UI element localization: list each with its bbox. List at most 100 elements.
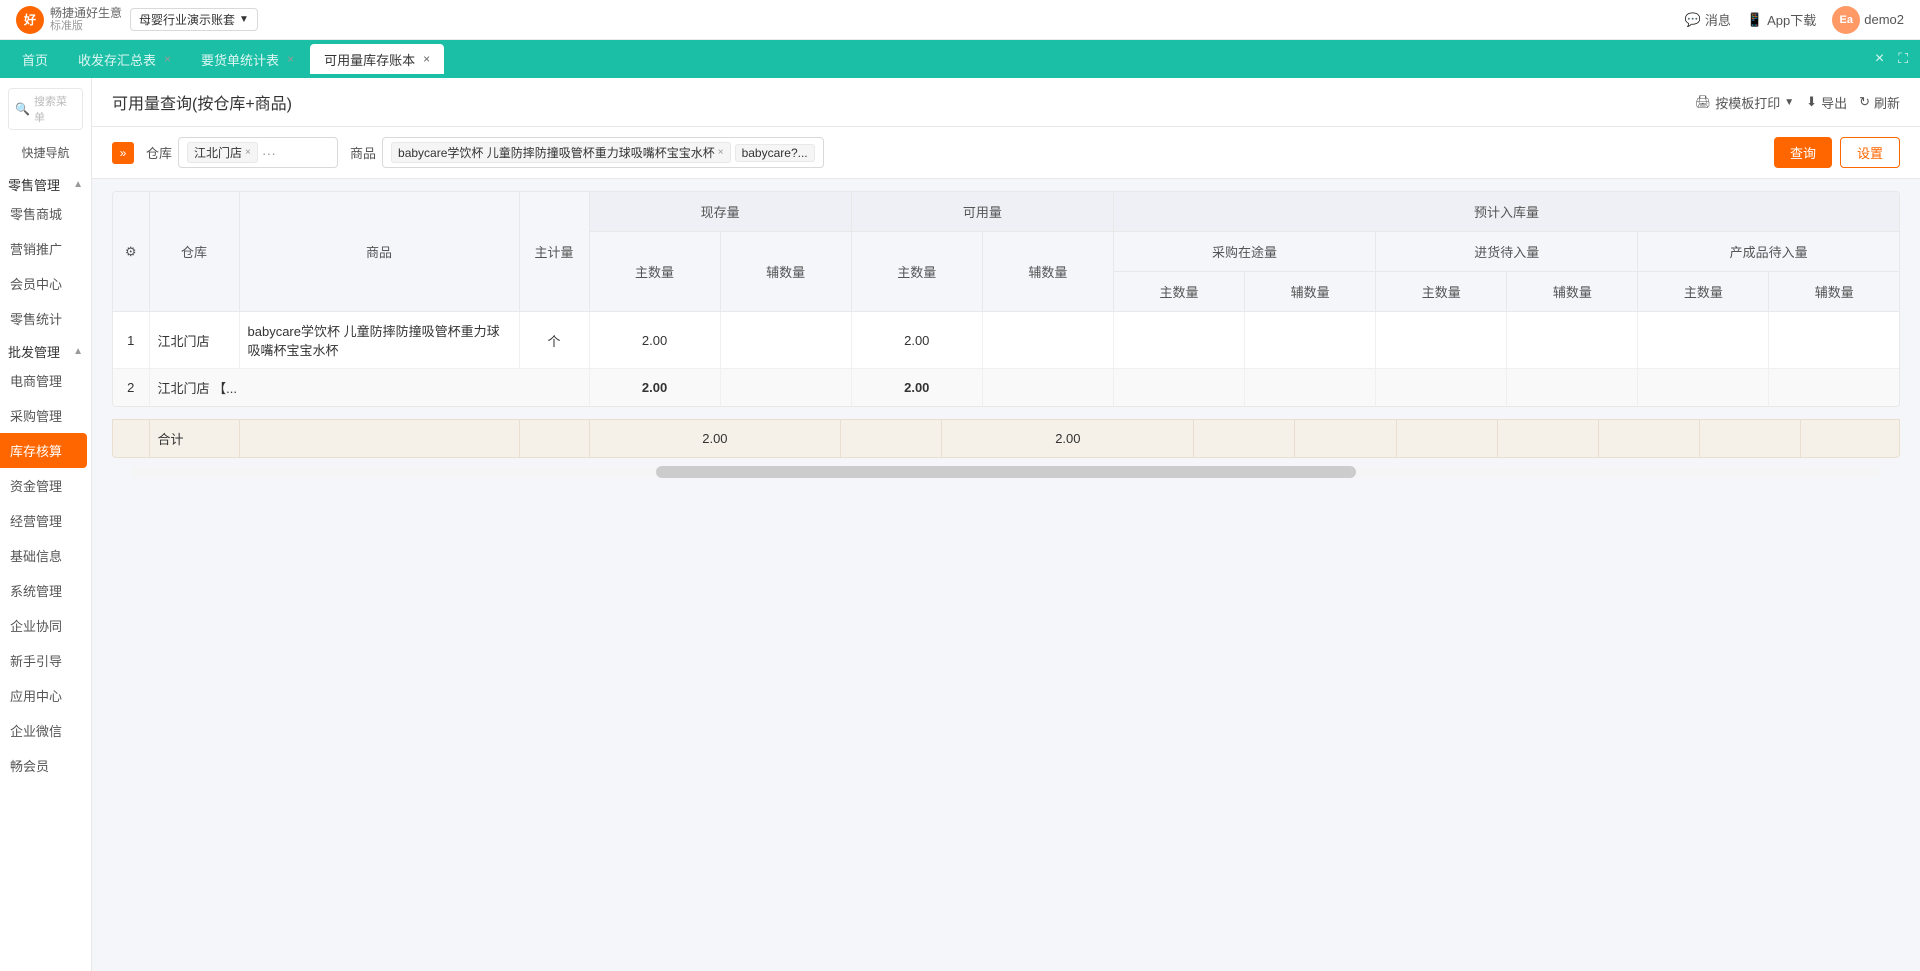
total-prod-aux [1801,420,1899,457]
app-download-label: App下载 [1767,10,1816,29]
app-center-label: 应用中心 [10,689,62,704]
export-btn[interactable]: ⬇ 导出 [1806,93,1847,112]
subtotal-avail-aux [982,369,1113,407]
warehouse-label: 仓库 [146,143,172,162]
sidebar: 🔍 搜索菜单 快捷导航 零售管理 ▲ 零售商城 营销推广 会员中心 零售统计 批… [0,78,92,971]
ecommerce-label: 电商管理 [10,374,62,389]
enterprise-label: 企业协同 [10,619,62,634]
tab-recv-send-close[interactable]: × [164,52,171,66]
subtotal-avail-main: 2.00 [851,369,982,407]
page-title: 可用量查询(按仓库+商品) [112,90,292,114]
fullscreen-btn[interactable]: ⛶ [1894,48,1912,70]
account-selector[interactable]: 母婴行业演示账套 ▼ [130,8,258,31]
message-label: 消息 [1705,10,1731,29]
nav-tabs: 首页 收发存汇总表 × 要货单统计表 × 可用量库存账本 × × ⛶ [0,40,1920,78]
sidebar-item-retail-stat[interactable]: 零售统计 [0,301,91,336]
retail-section-label: 零售管理 [8,175,60,194]
filter-expand-btn[interactable]: » [112,142,134,164]
refresh-btn[interactable]: ↻ 刷新 [1859,93,1900,112]
content-area: 可用量查询(按仓库+商品) 🖨 按模板打印 ▼ ⬇ 导出 ↻ 刷新 [92,78,1920,971]
total-label: 合计 [149,420,239,457]
sidebar-item-system[interactable]: 系统管理 [0,573,91,608]
query-btn[interactable]: 查询 [1774,137,1832,168]
row1-incoming-aux [1507,312,1638,369]
row1-pur-main [1113,312,1244,369]
sidebar-section-wholesale[interactable]: 批发管理 ▲ [0,336,91,363]
system-label: 系统管理 [10,584,62,599]
quick-nav-label: 快捷导航 [21,144,69,161]
user-area[interactable]: Ea demo2 [1832,6,1904,34]
sidebar-item-newbie[interactable]: 新手引导 [0,643,91,678]
sidebar-item-purchase[interactable]: 采购管理 [0,398,91,433]
sidebar-item-operations[interactable]: 经营管理 [0,503,91,538]
close-all-tabs-btn[interactable]: × [1871,48,1888,70]
retail-mall-label: 零售商城 [10,207,62,222]
th-available-group: 可用量 [851,192,1113,232]
th-settings: ⚙ [113,192,149,312]
settings-btn[interactable]: 设置 [1840,137,1900,168]
subtotal-stock-aux [720,369,851,407]
settings-icon[interactable]: ⚙ [125,244,137,259]
tab-order-stat[interactable]: 要货单统计表 × [187,44,308,74]
th-incoming-main: 主数量 [1376,272,1507,312]
sidebar-item-member[interactable]: 会员中心 [0,266,91,301]
sidebar-section-retail[interactable]: 零售管理 ▲ [0,169,91,196]
th-warehouse: 仓库 [149,192,239,312]
warehouse-input[interactable]: 江北门店 × ··· [178,137,338,168]
sidebar-item-basic[interactable]: 基础信息 [0,538,91,573]
total-incoming-main [1497,420,1598,457]
top-bar: 好 畅捷通好生意 标准版 母婴行业演示账套 ▼ 💬 消息 📱 App下载 Ea … [0,0,1920,40]
subtotal-row: 2 江北门店 【... 2.00 2.00 [113,369,1899,407]
tab-order-stat-close[interactable]: × [287,52,294,66]
th-stock-main: 主数量 [589,232,720,312]
tab-home-label: 首页 [22,50,48,69]
total-stock-main: 2.00 [589,420,841,457]
row1-incoming-main [1376,312,1507,369]
sidebar-item-app-center[interactable]: 应用中心 [0,678,91,713]
th-pur-aux: 辅数量 [1245,272,1376,312]
app-download-btn[interactable]: 📱 App下载 [1747,10,1816,29]
warehouse-more-btn[interactable]: ··· [262,145,276,161]
horizontal-scrollbar[interactable] [112,466,1900,478]
search-icon: 🔍 [15,102,30,116]
sidebar-search-box[interactable]: 🔍 搜索菜单 [8,88,83,130]
tab-available-stock-close[interactable]: × [423,52,430,66]
product-col-label: 商品 [366,245,392,260]
subtotal-label: 江北门店 【... [149,369,589,407]
print-icon: 🖨 [1695,94,1712,110]
total-avail-aux [1194,420,1295,457]
total-pur-aux [1396,420,1497,457]
total-stock-aux [841,420,942,457]
message-btn[interactable]: 💬 消息 [1685,10,1731,29]
tab-recv-send[interactable]: 收发存汇总表 × [64,44,185,74]
tab-home[interactable]: 首页 [8,44,62,74]
warehouse-tag-value: 江北门店 [194,144,242,161]
sidebar-item-vip-member[interactable]: 畅会员 [0,748,91,783]
product-input[interactable]: babycare学饮杯 儿童防摔防撞吸管杯重力球吸嘴杯宝宝水杯 × babyca… [382,137,824,168]
newbie-label: 新手引导 [10,654,62,669]
total-incoming-aux [1598,420,1699,457]
vip-member-label: 畅会员 [10,759,49,774]
product-tag-2-value: babycare?... [742,146,808,160]
product-tag-1-close[interactable]: × [718,147,724,158]
sidebar-item-retail-mall[interactable]: 零售商城 [0,196,91,231]
logo-icon: 好 [16,6,44,34]
sidebar-item-enterprise[interactable]: 企业协同 [0,608,91,643]
sidebar-item-ecommerce[interactable]: 电商管理 [0,363,91,398]
row1-avail-aux [982,312,1113,369]
warehouse-tag-close[interactable]: × [245,147,251,158]
product-tag-2: babycare?... [735,144,815,162]
sidebar-item-finance[interactable]: 资金管理 [0,468,91,503]
th-incoming-group: 进货待入量 [1376,232,1638,272]
sidebar-item-wechat[interactable]: 企业微信 [0,713,91,748]
th-main-unit: 主计量 [519,192,589,312]
sidebar-item-inventory[interactable]: 库存核算 [0,433,87,468]
chevron-down-icon: ▼ [1784,97,1794,108]
total-row: 合计 2.00 2.00 [113,420,1899,457]
sidebar-item-quick-nav[interactable]: 快捷导航 [0,136,91,169]
operations-label: 经营管理 [10,514,62,529]
tab-available-stock[interactable]: 可用量库存账本 × [310,44,444,74]
total-pur-main [1295,420,1396,457]
sidebar-item-marketing[interactable]: 营销推广 [0,231,91,266]
print-template-btn[interactable]: 🖨 按模板打印 ▼ [1695,93,1794,112]
